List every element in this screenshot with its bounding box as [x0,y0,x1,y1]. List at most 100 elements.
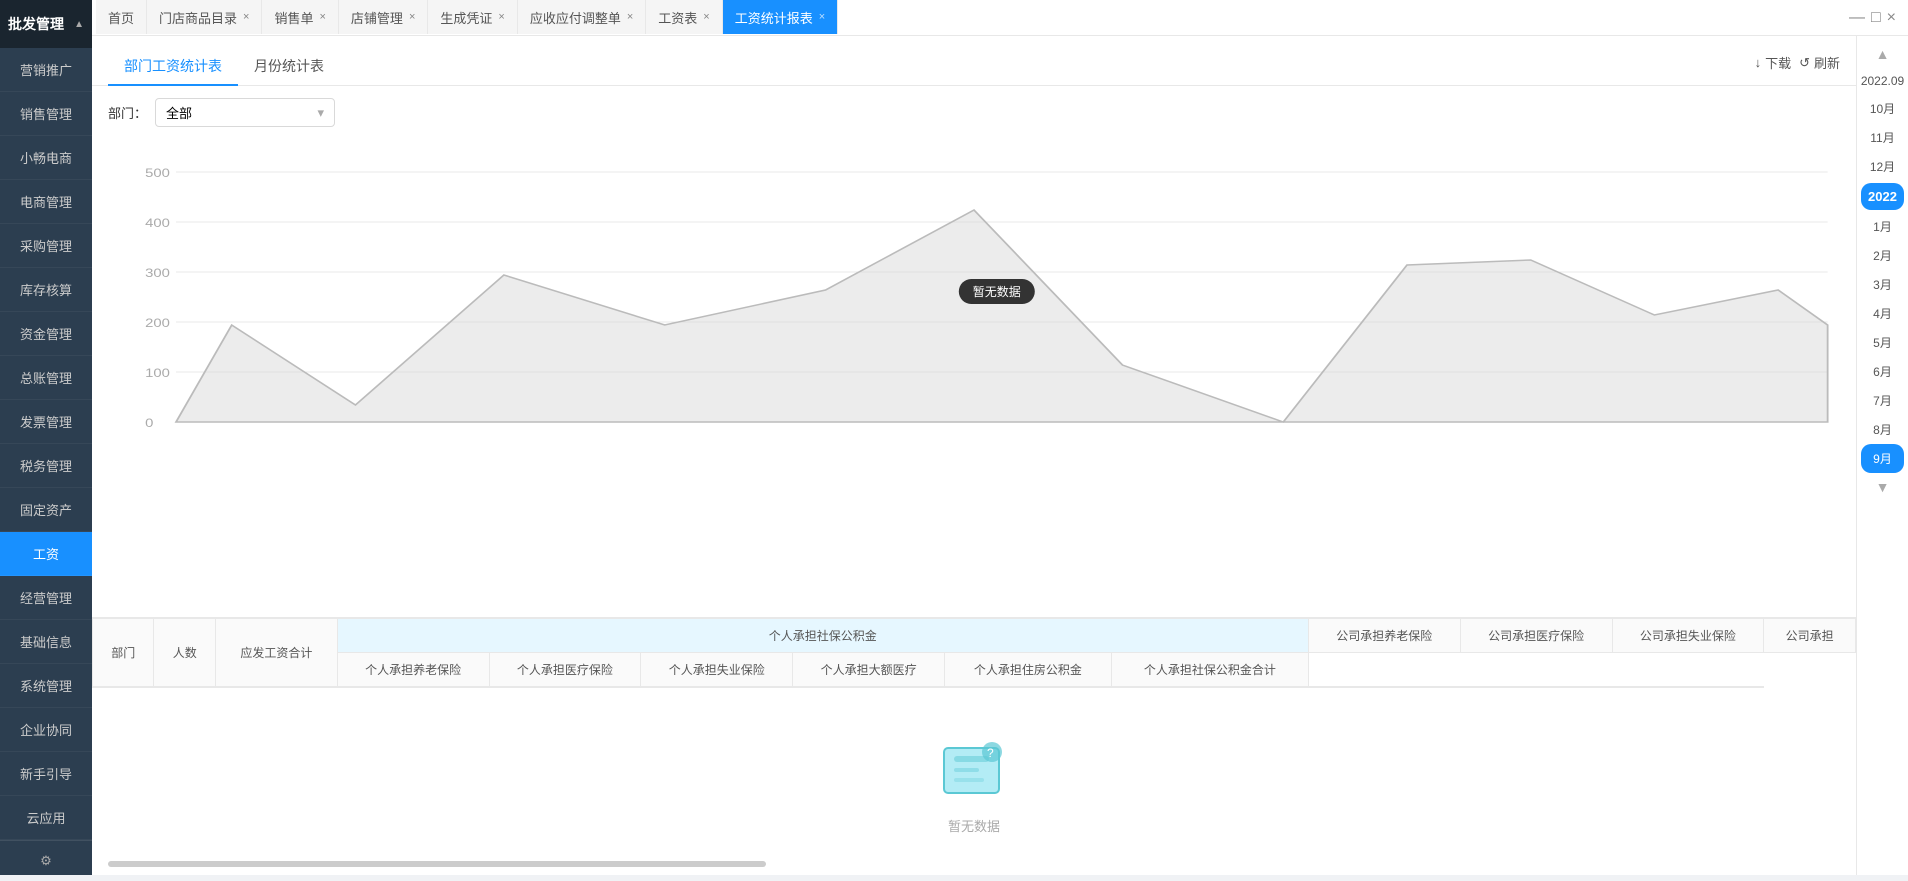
tab-close-icon-1[interactable]: × [243,11,249,23]
timeline-panel: ▲ 2022.0910月11月12月20221月2月3月4月5月6月7月8月9月… [1856,36,1908,875]
svg-text:0: 0 [145,416,153,429]
col-personal-major-medical: 个人承担大额医疗 [793,653,945,687]
tab-bar-end: — □ × [1843,9,1904,27]
department-select[interactable]: 全部 ▾ [155,98,335,127]
col-personal-total: 个人承担社保公积金合计 [1111,653,1308,687]
timeline-item-10[interactable]: 6月 [1857,357,1908,386]
sidebar-item-2[interactable]: 小畅电商 [0,136,92,180]
svg-text:100: 100 [145,366,170,379]
tab-item-4[interactable]: 生成凭证× [428,0,517,34]
sub-tab-0[interactable]: 部门工资统计表 [108,48,238,86]
timeline-item-6[interactable]: 2月 [1857,241,1908,270]
sidebar-item-9[interactable]: 税务管理 [0,444,92,488]
sidebar-item-8[interactable]: 发票管理 [0,400,92,444]
tab-item-1[interactable]: 门店商品目录× [147,0,262,34]
sidebar-item-10[interactable]: 固定资产 [0,488,92,532]
timeline-item-5[interactable]: 1月 [1857,212,1908,241]
gear-icon: ⚙ [40,853,52,868]
col-company4: 公司承担 [1764,619,1856,653]
timeline-item-13[interactable]: 9月 [1861,444,1904,473]
col-company2: 公司承担医疗保险 [1460,619,1612,653]
timeline-item-1[interactable]: 10月 [1857,94,1908,123]
filter-bar: 部门： 全部 ▾ [92,86,1856,139]
timeline-item-11[interactable]: 7月 [1857,386,1908,415]
window-maximize-icon[interactable]: □ [1871,9,1881,27]
tab-item-7[interactable]: 工资统计报表× [723,0,838,34]
sidebar-item-5[interactable]: 库存核算 [0,268,92,312]
chevron-down-icon: ▾ [317,105,324,121]
tab-close-icon-2[interactable]: × [319,11,325,23]
sidebar-item-0[interactable]: 营销推广 [0,48,92,92]
chart-area: 0 100 200 300 400 500 [92,139,1856,617]
tab-item-2[interactable]: 销售单× [262,0,338,34]
sidebar-arrow-icon: ▲ [74,19,84,30]
sidebar-item-13[interactable]: 基础信息 [0,620,92,664]
timeline-item-7[interactable]: 3月 [1857,270,1908,299]
tab-close-icon-4[interactable]: × [498,11,504,23]
col-company3: 公司承担失业保险 [1612,619,1764,653]
page-area: 部门工资统计表月份统计表 ↓ 下载 ↺ 刷新 部门： 全部 ▾ [92,36,1856,875]
timeline-item-9[interactable]: 5月 [1857,328,1908,357]
empty-state-icon: ? [934,728,1014,808]
sidebar-item-11[interactable]: 工资 [0,532,92,576]
tab-item-5[interactable]: 应收应付调整单× [518,0,646,34]
timeline-item-3[interactable]: 12月 [1857,152,1908,181]
filter-dept-label: 部门： [108,103,147,122]
timeline-item-8[interactable]: 4月 [1857,299,1908,328]
sidebar-item-14[interactable]: 系统管理 [0,664,92,708]
col-personal-social: 个人承担社保公积金 [337,619,1308,653]
refresh-button[interactable]: ↺ 刷新 [1799,53,1840,72]
sidebar-item-17[interactable]: 云应用 [0,796,92,840]
refresh-icon: ↺ [1799,55,1810,71]
timeline-down-arrow[interactable]: ▼ [1870,473,1896,501]
svg-text:300: 300 [145,266,170,279]
timeline-item-2[interactable]: 11月 [1857,123,1908,152]
timeline-item-12[interactable]: 8月 [1857,415,1908,444]
content-area: 部门工资统计表月份统计表 ↓ 下载 ↺ 刷新 部门： 全部 ▾ [92,36,1908,875]
tab-close-icon-3[interactable]: × [409,11,415,23]
department-select-value: 全部 [166,103,192,122]
sidebar-item-6[interactable]: 资金管理 [0,312,92,356]
no-data-tooltip: 暂无数据 [959,279,1035,304]
col-company1: 公司承担养老保险 [1308,619,1460,653]
tab-item-3[interactable]: 店铺管理× [339,0,428,34]
download-button[interactable]: ↓ 下载 [1755,53,1792,72]
col-dept: 部门 [93,619,154,687]
sidebar-item-3[interactable]: 电商管理 [0,180,92,224]
download-icon: ↓ [1755,55,1762,70]
window-close-icon[interactable]: × [1887,9,1896,27]
tab-close-icon-7[interactable]: × [819,11,825,23]
svg-text:200: 200 [145,316,170,329]
sidebar-header[interactable]: 批发管理 ▲ [0,0,92,48]
tab-close-icon-5[interactable]: × [627,11,633,23]
tab-close-icon-6[interactable]: × [703,11,709,23]
sidebar-item-4[interactable]: 采购管理 [0,224,92,268]
sidebar-title: 批发管理 [8,14,64,34]
svg-text:500: 500 [145,166,170,179]
timeline-up-arrow[interactable]: ▲ [1870,40,1896,68]
refresh-label: 刷新 [1814,53,1840,72]
col-total-wage: 应发工资合计 [215,619,337,687]
tab-item-0[interactable]: 首页 [96,0,147,34]
svg-text:?: ? [987,746,994,760]
timeline-item-4[interactable]: 2022 [1861,183,1904,210]
col-personal-unemployment: 个人承担失业保险 [641,653,793,687]
sidebar-item-7[interactable]: 总账管理 [0,356,92,400]
sidebar-item-15[interactable]: 企业协同 [0,708,92,752]
sidebar-item-16[interactable]: 新手引导 [0,752,92,796]
col-headcount: 人数 [154,619,215,687]
col-personal-housing: 个人承担住房公积金 [944,653,1111,687]
main-area: 首页门店商品目录×销售单×店铺管理×生成凭证×应收应付调整单×工资表×工资统计报… [92,0,1908,875]
sidebar-item-12[interactable]: 经营管理 [0,576,92,620]
timeline-item-0[interactable]: 2022.09 [1857,68,1908,94]
tab-item-6[interactable]: 工资表× [646,0,722,34]
horizontal-scrollbar[interactable] [92,857,1856,875]
sub-tab-actions: ↓ 下载 ↺ 刷新 [1755,53,1840,80]
sub-tab-1[interactable]: 月份统计表 [238,48,340,86]
sub-tabs: 部门工资统计表月份统计表 ↓ 下载 ↺ 刷新 [92,36,1856,86]
window-minimize-icon[interactable]: — [1849,9,1865,27]
sidebar: 批发管理 ▲ 营销推广销售管理小畅电商电商管理采购管理库存核算资金管理总账管理发… [0,0,92,875]
col-personal-pension: 个人承担养老保险 [337,653,489,687]
sidebar-item-1[interactable]: 销售管理 [0,92,92,136]
col-personal-medical: 个人承担医疗保险 [489,653,641,687]
